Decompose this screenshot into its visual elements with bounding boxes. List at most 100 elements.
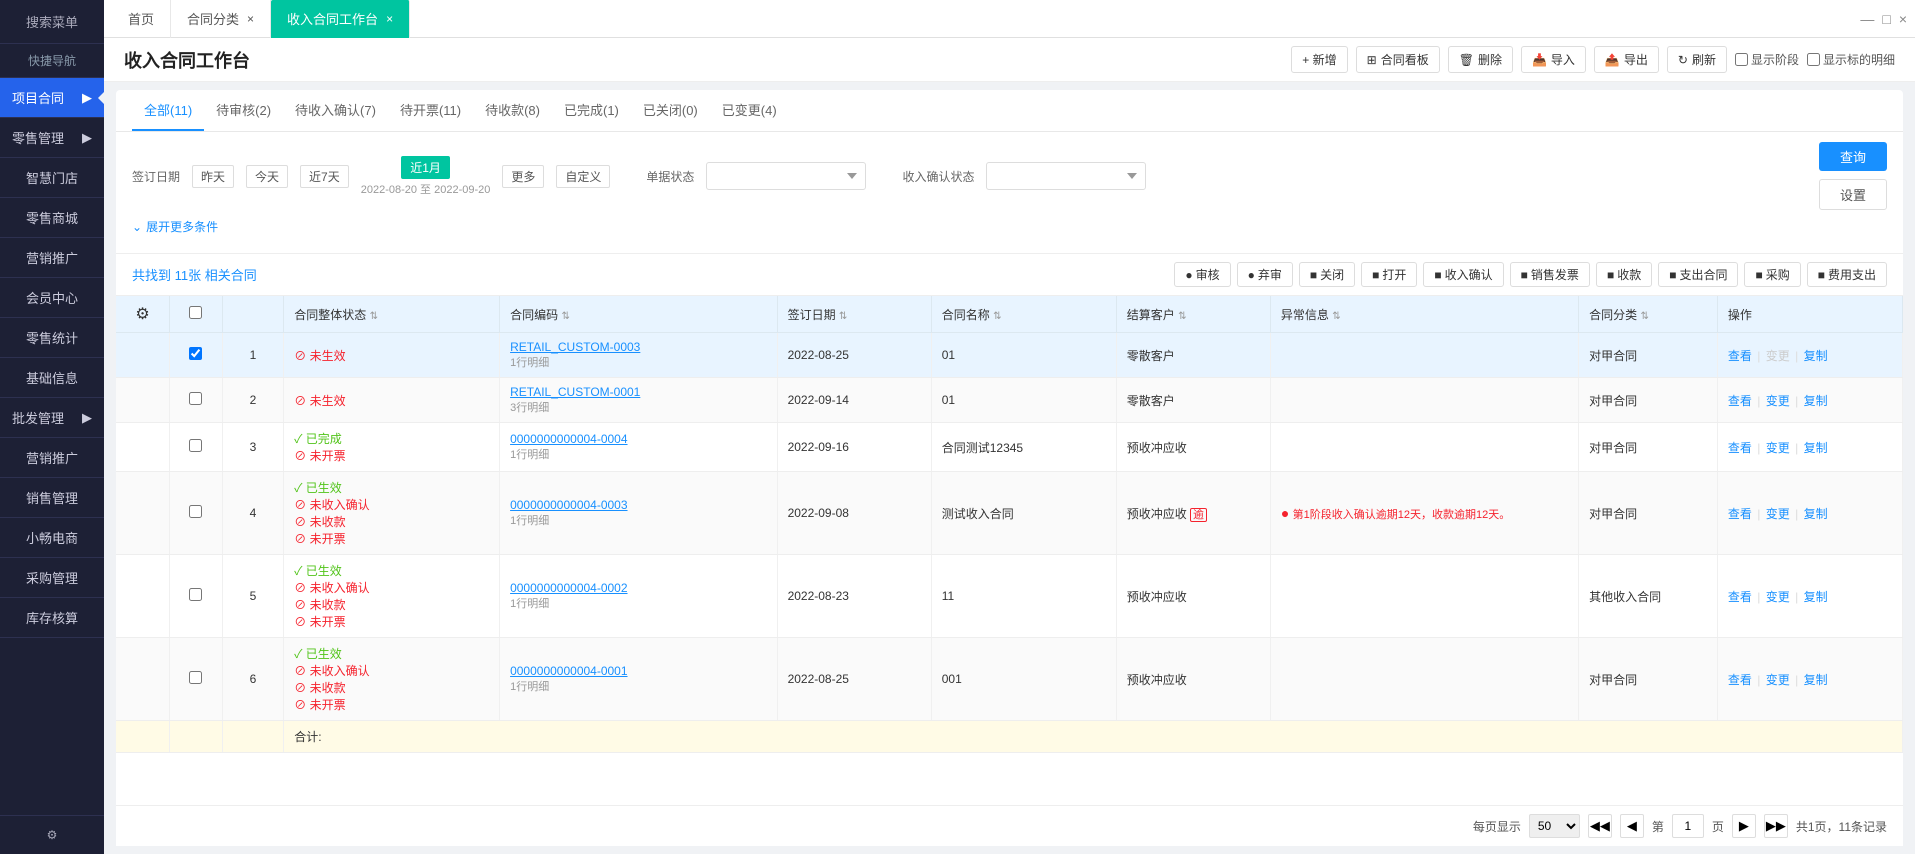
delete-button[interactable]: 🗑 删除 — [1448, 46, 1513, 73]
action-change[interactable]: 变更 — [1766, 394, 1790, 408]
action-copy[interactable]: 复制 — [1804, 507, 1828, 521]
sort-contract-name-icon[interactable]: ⇅ — [993, 311, 1001, 322]
contract-code-link[interactable]: RETAIL_CUSTOM-0003 — [510, 340, 640, 354]
tab-contract-type[interactable]: 合同分类 × — [171, 0, 271, 38]
filter-custom[interactable]: 自定义 — [556, 165, 610, 188]
action-copy[interactable]: 复制 — [1804, 349, 1828, 363]
filter-yesterday[interactable]: 昨天 — [192, 165, 234, 188]
sidebar-item-purchase-mgmt[interactable]: 采购管理 — [0, 558, 104, 598]
sidebar-item-retail-stat[interactable]: 零售统计 — [0, 318, 104, 358]
tbar-close-button[interactable]: ■ 关闭 — [1299, 262, 1355, 287]
sidebar-search[interactable]: 搜索菜单 — [0, 0, 104, 44]
settings-gear-icon[interactable]: ⚙ — [135, 306, 149, 323]
action-change[interactable]: 变更 — [1766, 507, 1790, 521]
show-details-checkbox-label[interactable]: 显示标的明细 — [1807, 51, 1895, 68]
tbar-sales-invoice-button[interactable]: ■ 销售发票 — [1510, 262, 1590, 287]
filter-tab-completed[interactable]: 已完成(1) — [552, 90, 631, 131]
row-check-cell[interactable] — [170, 333, 222, 378]
new-button[interactable]: + 新增 — [1291, 46, 1347, 73]
select-all-checkbox[interactable] — [189, 306, 202, 319]
row-checkbox[interactable] — [189, 671, 202, 684]
doc-status-select[interactable] — [706, 162, 866, 190]
refresh-button[interactable]: ↻ 刷新 — [1667, 46, 1727, 73]
page-number-input[interactable] — [1672, 814, 1704, 838]
tab-income-workbench[interactable]: 收入合同工作台 × — [271, 0, 410, 38]
sidebar-item-xiaochangec[interactable]: 小畅电商 — [0, 518, 104, 558]
sort-category-icon[interactable]: ⇅ — [1641, 311, 1649, 322]
export-button[interactable]: 📤 导出 — [1594, 46, 1659, 73]
row-checkbox[interactable] — [189, 347, 202, 360]
tab-income-workbench-close[interactable]: × — [386, 12, 393, 26]
tbar-open-button[interactable]: ■ 打开 — [1361, 262, 1417, 287]
th-check[interactable] — [170, 296, 222, 333]
tab-contract-type-close[interactable]: × — [247, 12, 254, 26]
import-button[interactable]: 📥 导入 — [1521, 46, 1586, 73]
tbar-purchase-button[interactable]: ■ 采购 — [1744, 262, 1800, 287]
th-sign-date[interactable]: 签订日期 ⇅ — [777, 296, 931, 333]
row-check-cell[interactable] — [170, 638, 222, 721]
contract-code-link[interactable]: 0000000000004-0001 — [510, 664, 627, 678]
row-check-cell[interactable] — [170, 378, 222, 423]
sort-contract-code-icon[interactable]: ⇅ — [561, 311, 569, 322]
filter-tab-changed[interactable]: 已变更(4) — [710, 90, 789, 131]
filter-tab-all[interactable]: 全部(11) — [132, 90, 204, 131]
sidebar-item-smart-store[interactable]: 智慧门店 — [0, 158, 104, 198]
contract-code-link[interactable]: RETAIL_CUSTOM-0001 — [510, 385, 640, 399]
row-check-cell[interactable] — [170, 423, 222, 472]
row-checkbox[interactable] — [189, 392, 202, 405]
tbar-review-button[interactable]: ● 审核 — [1174, 262, 1230, 287]
sidebar-item-wholesale-mgmt[interactable]: 批发管理 ▶ — [0, 398, 104, 438]
income-confirm-select[interactable] — [986, 162, 1146, 190]
th-settings[interactable]: ⚙ — [116, 296, 170, 333]
query-button[interactable]: 查询 — [1819, 142, 1887, 171]
sidebar-quick-nav[interactable]: 快捷导航 — [0, 44, 104, 78]
th-contract-category[interactable]: 合同分类 ⇅ — [1579, 296, 1718, 333]
filter-today[interactable]: 今天 — [246, 165, 288, 188]
action-change[interactable]: 变更 — [1766, 441, 1790, 455]
action-view[interactable]: 查看 — [1728, 673, 1752, 687]
sidebar-item-marketing2[interactable]: 营销推广 — [0, 438, 104, 478]
next-page-button[interactable]: ▶ — [1732, 814, 1756, 838]
row-check-cell[interactable] — [170, 472, 222, 555]
filter-tab-pending-confirm[interactable]: 待收入确认(7) — [283, 90, 388, 131]
action-change[interactable]: 变更 — [1766, 590, 1790, 604]
sidebar-item-retail-mall[interactable]: 零售商城 — [0, 198, 104, 238]
prev-page-button[interactable]: ◀ — [1620, 814, 1644, 838]
contract-board-button[interactable]: ⊞ 合同看板 — [1356, 46, 1440, 73]
action-copy[interactable]: 复制 — [1804, 673, 1828, 687]
tab-home[interactable]: 首页 — [112, 0, 171, 38]
action-copy[interactable]: 复制 — [1804, 441, 1828, 455]
row-checkbox[interactable] — [189, 588, 202, 601]
filter-more[interactable]: 更多 — [502, 165, 544, 188]
last-page-button[interactable]: ▶▶ — [1764, 814, 1788, 838]
contract-code-link[interactable]: 0000000000004-0004 — [510, 432, 627, 446]
action-view[interactable]: 查看 — [1728, 590, 1752, 604]
minimize-icon[interactable]: — — [1860, 11, 1874, 27]
sidebar-item-sales-mgmt[interactable]: 销售管理 — [0, 478, 104, 518]
sidebar-item-project[interactable]: 项目合同 ▶ — [0, 78, 104, 118]
action-copy[interactable]: 复制 — [1804, 590, 1828, 604]
action-view[interactable]: 查看 — [1728, 349, 1752, 363]
per-page-select[interactable]: 50 10 20 100 — [1529, 814, 1580, 838]
close-window-icon[interactable]: × — [1899, 11, 1907, 27]
sidebar-item-base-info[interactable]: 基础信息 — [0, 358, 104, 398]
filter-tab-pending-review[interactable]: 待审核(2) — [204, 90, 283, 131]
expand-filter-button[interactable]: ⌄ 展开更多条件 — [132, 218, 218, 235]
maximize-icon[interactable]: □ — [1882, 11, 1890, 27]
sort-exception-icon[interactable]: ⇅ — [1332, 311, 1340, 322]
sort-sign-date-icon[interactable]: ⇅ — [839, 311, 847, 322]
show-stages-checkbox-label[interactable]: 显示阶段 — [1735, 51, 1799, 68]
filter-tab-pending-payment[interactable]: 待收款(8) — [473, 90, 552, 131]
set-button[interactable]: 设置 — [1819, 179, 1887, 210]
sort-customer-icon[interactable]: ⇅ — [1178, 311, 1186, 322]
filter-tab-pending-invoice[interactable]: 待开票(11) — [388, 90, 473, 131]
action-view[interactable]: 查看 — [1728, 394, 1752, 408]
th-contract-name[interactable]: 合同名称 ⇅ — [931, 296, 1116, 333]
action-view[interactable]: 查看 — [1728, 507, 1752, 521]
tbar-expense-out-button[interactable]: ■ 支出合同 — [1658, 262, 1738, 287]
action-change[interactable]: 变更 — [1766, 673, 1790, 687]
show-stages-checkbox[interactable] — [1735, 53, 1748, 66]
sidebar-settings-icon[interactable]: ⚙ — [0, 815, 104, 854]
sidebar-item-member[interactable]: 会员中心 — [0, 278, 104, 318]
sort-overall-status-icon[interactable]: ⇅ — [370, 311, 378, 322]
